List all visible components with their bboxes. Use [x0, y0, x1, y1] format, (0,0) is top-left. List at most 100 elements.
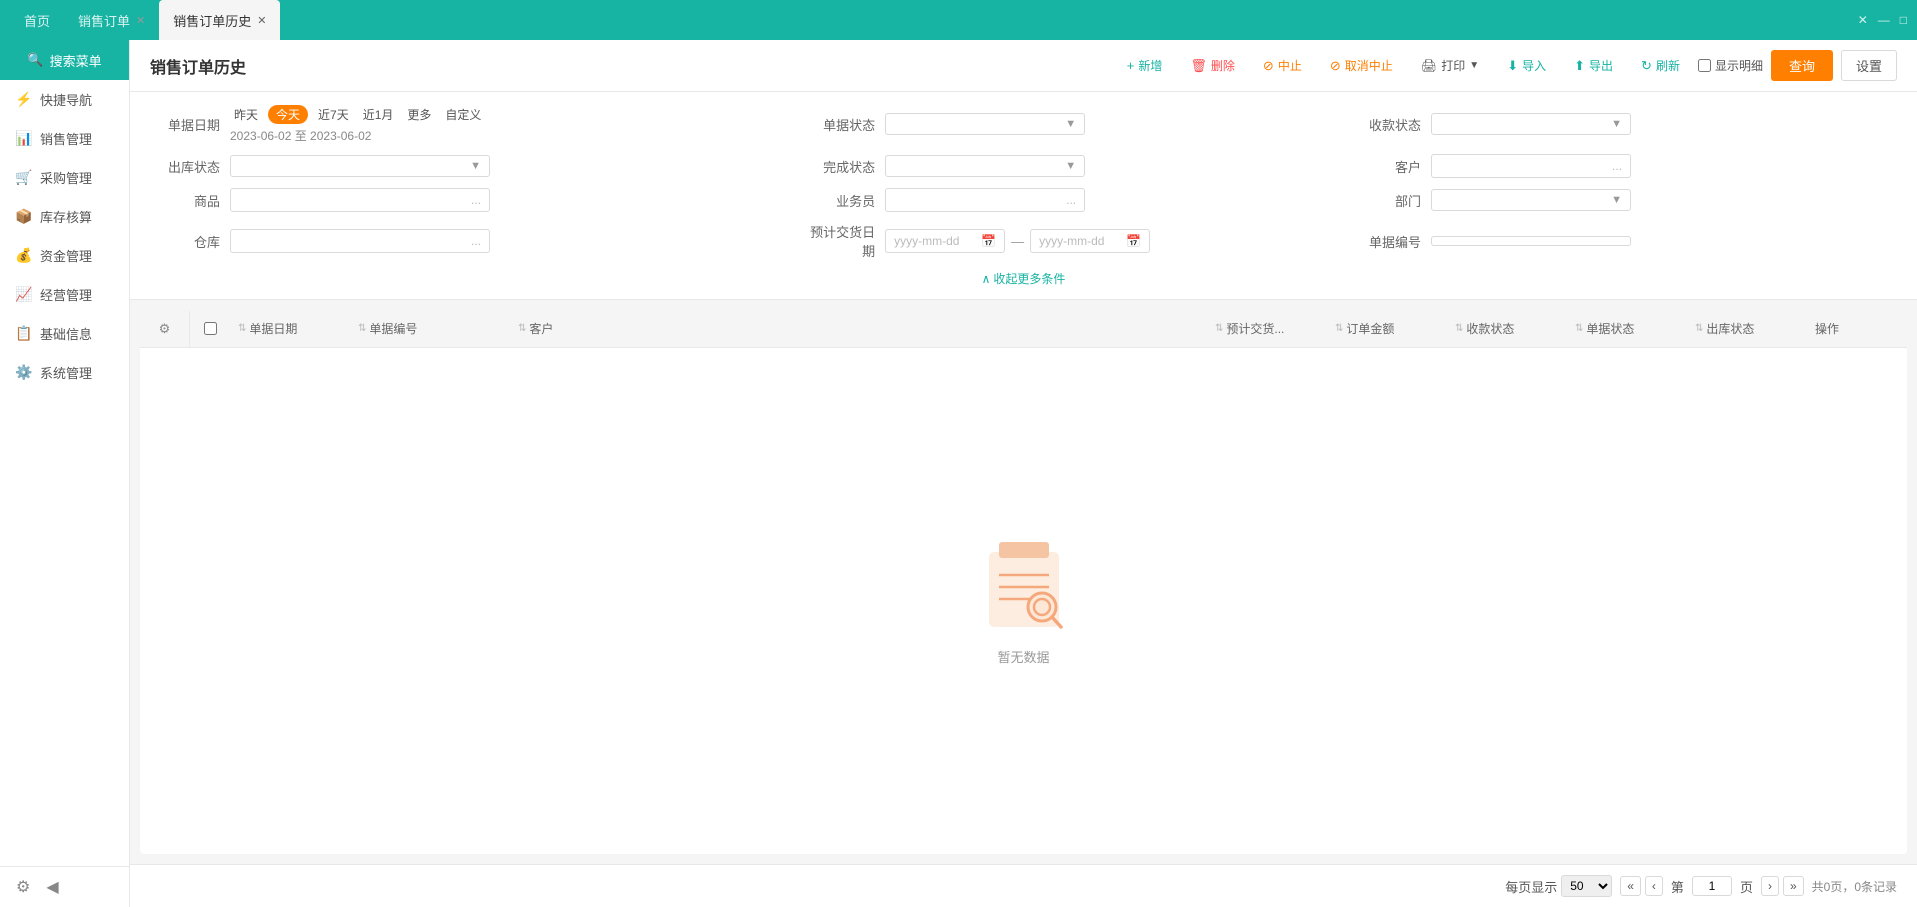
last-page-btn[interactable]: » [1783, 876, 1804, 896]
receipt-status-chevron: ▼ [1611, 118, 1622, 130]
export-button[interactable]: ⬆ 导出 [1564, 52, 1623, 79]
bill-status-label: 单据状态 [805, 115, 885, 134]
new-button[interactable]: + 新增 [1117, 52, 1173, 79]
sidebar-item-base-info[interactable]: 📋 基础信息 [0, 314, 129, 353]
collapse-button[interactable]: ∧ 收起更多条件 [982, 270, 1066, 287]
query-button[interactable]: 查询 [1771, 50, 1833, 81]
col-date-label: 单据日期 [249, 320, 297, 337]
sidebar-item-operations[interactable]: 📈 经营管理 [0, 275, 129, 314]
table-settings-icon[interactable]: ⚙ [140, 311, 190, 347]
tab-sales-order[interactable]: 销售订单 ✕ [64, 0, 159, 40]
pagination: 每页显示 50 100 200 « ‹ 第 页 › » 共0页，0条记录 [130, 864, 1917, 907]
search-menu-btn[interactable]: 🔍 搜索菜单 [0, 40, 129, 80]
cancel-stop-button[interactable]: ⊘ 取消中止 [1320, 52, 1403, 79]
bill-status-select[interactable]: ▼ [885, 113, 1085, 135]
order-num-input[interactable] [1431, 236, 1631, 246]
sidebar-settings-icon[interactable]: ⚙ [16, 877, 30, 897]
delivery-to-input[interactable]: yyyy-mm-dd 📅 [1030, 229, 1150, 253]
col-header-receipt[interactable]: ⇅ 收款状态 [1447, 310, 1567, 347]
display-columns-input[interactable] [1698, 59, 1711, 72]
order-num-label: 单据编号 [1351, 232, 1431, 251]
goods-dots[interactable]: ... [471, 193, 481, 207]
sidebar-item-system-mgmt[interactable]: ⚙️ 系统管理 [0, 353, 129, 392]
sort-icon-customer: ⇅ [518, 323, 526, 334]
date-yesterday[interactable]: 昨天 [230, 104, 262, 125]
system-mgmt-icon: ⚙️ [16, 365, 32, 381]
col-header-bill-status[interactable]: ⇅ 单据状态 [1567, 310, 1687, 347]
sidebar-item-purchase-mgmt[interactable]: 🛒 采购管理 [0, 158, 129, 197]
col-header-date[interactable]: ⇅ 单据日期 [230, 310, 350, 347]
sidebar-item-finance-label: 资金管理 [40, 246, 92, 265]
col-amount-label: 订单金额 [1346, 320, 1394, 337]
stock-status-select[interactable]: ▼ [230, 155, 490, 177]
minimize-icon[interactable]: — [1878, 13, 1890, 27]
date-1month[interactable]: 近1月 [359, 104, 398, 125]
delivery-to-value: yyyy-mm-dd [1039, 234, 1104, 248]
date-more[interactable]: 更多 [403, 104, 435, 125]
sidebar-item-inventory-label: 库存核算 [40, 207, 92, 226]
sidebar-item-quick-nav[interactable]: ⚡ 快捷导航 [0, 80, 129, 119]
first-page-btn[interactable]: « [1620, 876, 1641, 896]
dept-select[interactable]: ▼ [1431, 189, 1631, 211]
warehouse-input[interactable]: ... [230, 229, 490, 253]
search-icon: 🔍 [27, 52, 43, 68]
customer-label: 客户 [1351, 157, 1431, 176]
print-button[interactable]: 🖨 打印 ▼ [1411, 52, 1489, 79]
maximize-icon[interactable]: □ [1900, 13, 1907, 27]
collapse-row: ∧ 收起更多条件 [150, 270, 1897, 287]
warehouse-dots[interactable]: ... [471, 234, 481, 248]
col-header-stock-status[interactable]: ⇅ 出库状态 [1687, 310, 1807, 347]
prev-page-btn[interactable]: ‹ [1645, 876, 1663, 896]
select-all-checkbox[interactable] [204, 322, 217, 335]
date-7days[interactable]: 近7天 [314, 104, 353, 125]
col-header-amount[interactable]: ⇅ 订单金额 [1327, 310, 1447, 347]
sidebar-item-finance[interactable]: 💰 资金管理 [0, 236, 129, 275]
col-header-delivery[interactable]: ⇅ 预计交货... [1207, 310, 1327, 347]
base-info-icon: 📋 [16, 326, 32, 342]
sidebar-item-sales-mgmt[interactable]: 📊 销售管理 [0, 119, 129, 158]
complete-status-select[interactable]: ▼ [885, 155, 1085, 177]
date-options-group: 昨天 今天 近7天 近1月 更多 自定义 [230, 104, 485, 125]
refresh-button[interactable]: ↻ 刷新 [1631, 52, 1690, 79]
goods-input[interactable]: ... [230, 188, 490, 212]
tab-home[interactable]: 首页 [10, 0, 64, 40]
date-custom[interactable]: 自定义 [441, 104, 485, 125]
date-range: 2023-06-02 至 2023-06-02 [230, 127, 485, 144]
toolbar: + 新增 🗑 删除 ⊘ 中止 ⊘ 取消中止 🖨 打印 [1117, 50, 1897, 81]
top-right-area: ✕ — □ [1858, 13, 1907, 27]
col-header-number[interactable]: ⇅ 单据编号 [350, 310, 510, 347]
sidebar-item-inventory[interactable]: 📦 库存核算 [0, 197, 129, 236]
sidebar-item-purchase-mgmt-label: 采购管理 [40, 168, 92, 187]
stop-button[interactable]: ⊘ 中止 [1253, 52, 1312, 79]
finance-icon: 💰 [16, 248, 32, 264]
sales-dots[interactable]: ... [1066, 193, 1076, 207]
set-button[interactable]: 设置 [1841, 50, 1897, 81]
sidebar-collapse-icon[interactable]: ◀ [46, 877, 58, 897]
tab-sales-history[interactable]: 销售订单历史 ✕ [159, 0, 280, 40]
page-size-group: 每页显示 50 100 200 [1505, 875, 1612, 897]
receipt-status-select[interactable]: ▼ [1431, 113, 1631, 135]
page-number-input[interactable] [1692, 876, 1732, 896]
filter-row-1: 单据日期 昨天 今天 近7天 近1月 更多 自定义 2023-06-02 至 2… [150, 104, 1897, 144]
main-layout: 🔍 搜索菜单 ⚡ 快捷导航 📊 销售管理 🛒 采购管理 📦 库存核算 💰 资金管… [0, 40, 1917, 907]
delivery-from-input[interactable]: yyyy-mm-dd 📅 [885, 229, 1005, 253]
customer-input[interactable]: ... [1431, 154, 1631, 178]
customer-dots[interactable]: ... [1612, 159, 1622, 173]
import-button[interactable]: ⬇ 导入 [1497, 52, 1556, 79]
print-label: 打印 [1441, 57, 1465, 74]
display-columns-checkbox[interactable]: 显示明细 [1698, 57, 1763, 74]
col-number-label: 单据编号 [369, 320, 417, 337]
sales-input[interactable]: ... [885, 188, 1085, 212]
next-page-btn[interactable]: › [1761, 876, 1779, 896]
tab-sales-order-close[interactable]: ✕ [136, 14, 145, 27]
close-window-icon[interactable]: ✕ [1858, 13, 1868, 27]
table-select-all[interactable] [190, 312, 230, 345]
export-label: 导出 [1589, 57, 1613, 74]
delete-button[interactable]: 🗑 删除 [1180, 52, 1245, 79]
per-page-select[interactable]: 50 100 200 [1561, 875, 1612, 897]
col-header-customer[interactable]: ⇅ 客户 [510, 310, 1207, 347]
new-icon: + [1127, 58, 1135, 73]
sort-icon-date: ⇅ [238, 323, 246, 334]
date-today[interactable]: 今天 [268, 105, 308, 124]
tab-sales-history-close[interactable]: ✕ [257, 14, 266, 27]
